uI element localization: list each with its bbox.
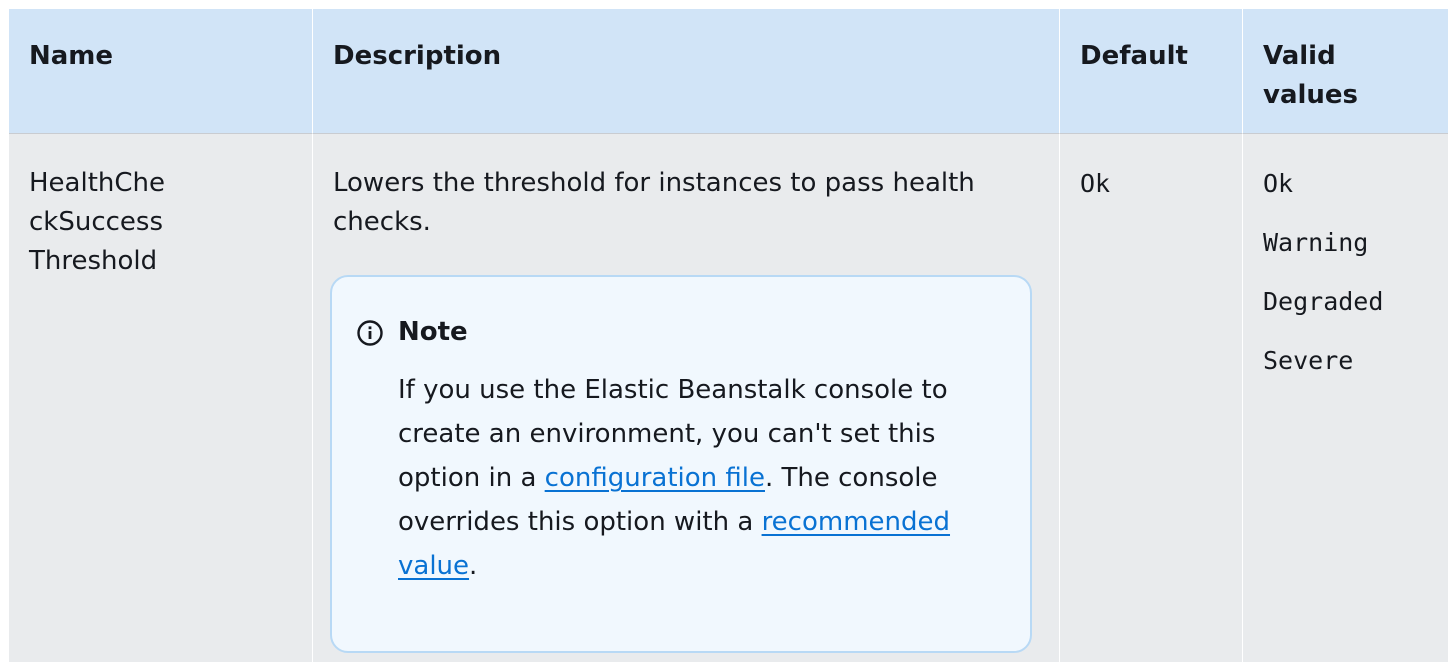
valid-value-warning: Warning — [1263, 228, 1369, 257]
valid-value-degraded: Degraded — [1263, 287, 1384, 316]
valid-value-severe: Severe — [1263, 346, 1354, 375]
info-icon — [356, 319, 384, 347]
header-valid-values: Valid values — [1243, 9, 1448, 134]
option-name-line-3: Threshold — [29, 246, 158, 276]
cell-option-name: HealthChe ckSuccess Threshold — [9, 134, 313, 662]
description-text: Lowers the threshold for instances to pa… — [333, 168, 975, 237]
cell-default: Ok — [1060, 134, 1243, 662]
cell-valid-values: Ok Warning Degraded Severe — [1243, 134, 1448, 662]
header-description: Description — [313, 9, 1060, 134]
note-body: If you use the Elastic Beanstalk console… — [398, 368, 990, 588]
default-value: Ok — [1080, 169, 1111, 198]
header-valid-values-label: Valid values — [1263, 41, 1359, 110]
configuration-file-link[interactable]: configuration file — [545, 463, 765, 493]
note-header: Note — [356, 313, 990, 352]
option-name-line-1: HealthChe — [29, 168, 166, 198]
option-name-line-2: ckSuccess — [29, 207, 164, 237]
note-text-part-3: . — [469, 551, 478, 581]
header-name: Name — [9, 9, 313, 134]
valid-values-list: Ok Warning Degraded Severe — [1263, 164, 1438, 380]
note-title: Note — [398, 317, 468, 347]
header-default: Default — [1060, 9, 1243, 134]
valid-value-ok: Ok — [1263, 169, 1294, 198]
note-callout: Note If you use the Elastic Beanstalk co… — [330, 275, 1032, 653]
